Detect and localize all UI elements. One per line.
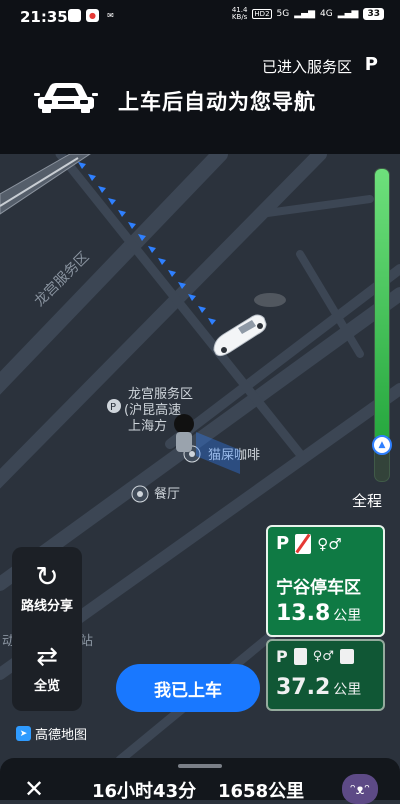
signal-5g: 5G xyxy=(276,9,290,19)
overview-button[interactable]: ⇄ 全览 xyxy=(12,643,82,694)
service-area-poi-icon: P xyxy=(107,399,121,413)
service-area-distance: 37.2 公里 xyxy=(276,675,362,700)
service-area-name: 宁谷停车区 xyxy=(276,578,361,598)
overview-label: 全览 xyxy=(33,679,60,694)
parking-icon: P xyxy=(276,647,288,666)
side-panel: ↻ 路线分享 ⇄ 全览 xyxy=(12,547,82,711)
nav-banner: 已进入服务区 P 上车后自动为您导航 xyxy=(0,34,400,154)
fuel-unavailable-icon xyxy=(295,533,312,554)
hd-badge: HD2 xyxy=(252,9,272,19)
poi-restaurant: 餐厅 xyxy=(154,486,180,502)
brand-name: 高德地图 xyxy=(35,728,88,743)
signal-bars-icon-2: ▂▄▆ xyxy=(337,9,359,19)
route-progress-fill xyxy=(375,169,389,438)
trip-summary-bar: ✕ 16小时43分 1658公里 ᵔᴥᵔ xyxy=(0,758,400,804)
share-route-label: 路线分享 xyxy=(20,599,73,614)
full-route-label[interactable]: 全程 xyxy=(352,490,382,511)
amap-logo-icon: ➤ xyxy=(16,726,31,741)
status-time: 21:35 xyxy=(20,8,68,26)
restaurant-icon xyxy=(131,485,149,503)
overview-route-icon: ⇄ xyxy=(36,642,58,672)
signal-bars-icon: ▂▄▆ xyxy=(294,9,315,19)
close-icon[interactable]: ✕ xyxy=(24,777,44,801)
parking-icon: P xyxy=(276,533,290,554)
svg-text:P: P xyxy=(110,402,116,413)
trip-time: 16小时43分 xyxy=(92,781,197,802)
notification-icons: ■ ● ✉ xyxy=(68,9,117,22)
status-bar: 21:35 ■ ● ✉ 41.4 KB/s HD2 5G ▂▄▆ 4G ▂▄▆ … xyxy=(0,0,400,34)
wechat-icon: ✉ xyxy=(107,11,114,20)
status-right: 41.4 KB/s HD2 5G ▂▄▆ 4G ▂▄▆ 33 xyxy=(232,7,384,21)
service-icons: P ♀♂ xyxy=(276,647,354,666)
battery-indicator: 33 xyxy=(363,8,384,20)
service-icons: P ♀♂ xyxy=(276,533,342,554)
car-icon xyxy=(34,80,98,118)
share-icon: ↻ xyxy=(35,560,59,593)
poi-name-line-3: 上海方 xyxy=(128,418,167,434)
service-area-distance: 13.8 公里 xyxy=(276,601,362,626)
drag-handle[interactable] xyxy=(178,764,222,768)
poi-name-line-1: 龙宫服务区 xyxy=(128,386,193,402)
restroom-icon: ♀♂ xyxy=(312,649,334,664)
map-app-icon: ● xyxy=(86,9,99,22)
service-area-card[interactable]: P ♀♂ 宁谷停车区 13.8 公里 xyxy=(266,525,385,637)
app-square-icon: ■ xyxy=(68,9,81,22)
trip-distance: 1658公里 xyxy=(218,781,305,802)
nav-title: 上车后自动为您导航 xyxy=(118,90,316,114)
arrow-up-icon: ▲ xyxy=(372,435,392,455)
restroom-icon: ♀♂ xyxy=(317,534,342,553)
service-area-status: 已进入服务区 xyxy=(261,58,352,76)
net-speed: 41.4 KB/s xyxy=(231,6,248,21)
confirm-boarded-button[interactable]: 我已上车 xyxy=(116,664,260,712)
parking-icon: P xyxy=(364,54,378,75)
fuel-icon xyxy=(293,648,307,665)
service-area-card-next[interactable]: P ♀♂ 37.2 公里 xyxy=(266,639,385,711)
brand-logo: ➤ 高德地图 xyxy=(16,724,87,743)
poi-name-line-2: (沪昆高速 xyxy=(124,402,181,418)
share-route-button[interactable]: ↻ 路线分享 xyxy=(12,560,82,615)
signal-4g: 4G xyxy=(320,9,333,19)
shop-icon xyxy=(339,649,354,664)
